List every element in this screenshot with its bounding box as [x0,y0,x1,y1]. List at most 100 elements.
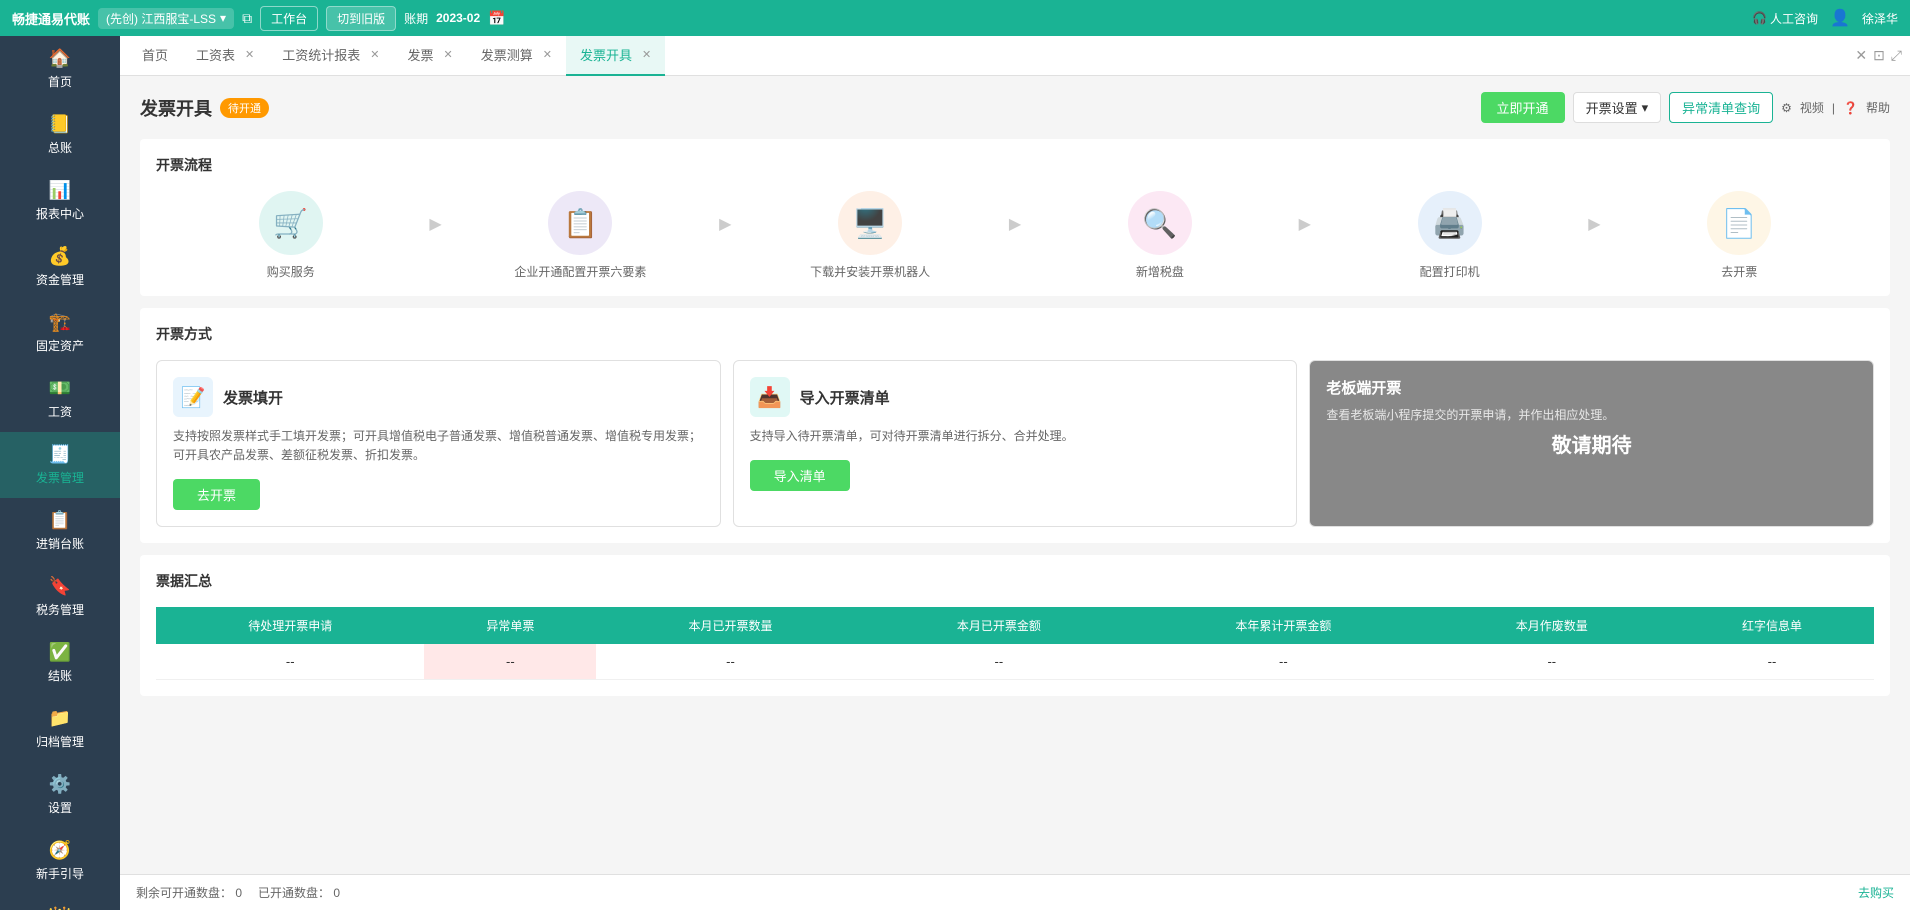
ledger-icon: 📒 [49,114,71,135]
invoice-icon: 🧾 [49,444,71,465]
sidebar-item-assets[interactable]: 🏗️ 固定资产 [0,300,120,366]
status-badge: 待开通 [220,98,269,118]
restore-window-icon[interactable]: ⊡ [1873,47,1885,64]
period-label: 账期 [404,10,428,27]
summary-section-title: 票据汇总 [156,571,1874,591]
sidebar-label-invoice: 发票管理 [36,469,84,486]
step-circle-taxdisk: 🔍 [1128,191,1192,255]
flow-step-issue: 📄 去开票 [1605,191,1874,280]
company-dropdown-icon: ▾ [220,11,226,25]
sidebar-item-settle[interactable]: ✅ 结账 [0,630,120,696]
sidebar-item-invoice[interactable]: 🧾 发票管理 [0,432,120,498]
method-title-import: 导入开票清单 [800,387,890,408]
step-label-taxdisk: 新增税盘 [1136,263,1184,280]
coming-soon-text: 敬请期待 [1552,429,1632,458]
tab-payroll_report[interactable]: 工资统计报表✕ [268,36,393,76]
buy-link[interactable]: 去购买 [1858,884,1894,901]
flow-arrow-3: ▶ [1299,214,1311,258]
expand-window-icon[interactable]: ⤢ [1891,47,1902,64]
tab-label-payslip: 工资表 [196,45,235,64]
method-card-import: 📥 导入开票清单 支持导入待开票清单，可对待开票清单进行拆分、合并处理。 导入清… [733,360,1298,527]
tab-close-payroll_report[interactable]: ✕ [370,48,379,61]
flow-step-download: 🖥️ 下载并安装开票机器人 [735,191,1004,280]
tab-close-invoice_issue[interactable]: ✕ [642,48,651,61]
sidebar: 🏠 首页📒 总账📊 报表中心💰 资金管理🏗️ 固定资产💵 工资🧾 发票管理📋 进… [0,36,120,910]
page-header: 发票开具 待开通 立即开通 开票设置 ▾ 异常清单查询 ⚙ 视频 | ❓ [140,92,1890,123]
headset-icon: 🎧 [1752,11,1767,25]
summary-col-5: 本月作废数量 [1434,607,1670,644]
close-window-icon[interactable]: ✕ [1855,47,1867,64]
open-settings-button[interactable]: 开票设置 ▾ [1573,92,1662,123]
content-area: 首页工资表✕工资统计报表✕发票✕发票测算✕发票开具✕ ✕ ⊡ ⤢ 发票开具 待开… [120,36,1910,910]
user-name: 徐泽华 [1862,10,1898,27]
sidebar-label-funds: 资金管理 [36,271,84,288]
tab-close-invoice_tab[interactable]: ✕ [444,48,453,61]
summary-col-0: 待处理开票申请 [156,607,424,644]
invoice-methods-section: 开票方式 📝 发票填开 支持按照发票样式手工填开发票；可开具增值税电子普通发票、… [140,308,1890,543]
summary-cell-2: -- [596,644,864,680]
method-title-manual: 发票填开 [223,387,283,408]
methods-section-title: 开票方式 [156,324,1874,344]
method-button-manual[interactable]: 去开票 [173,479,260,510]
tab-close-payslip[interactable]: ✕ [245,48,254,61]
page-header-actions: 立即开通 开票设置 ▾ 异常清单查询 ⚙ 视频 | ❓ 帮助 [1481,92,1890,123]
remaining-label: 剩余可开通数盘： 0 [136,884,242,901]
sidebar-label-purchase: 进销台账 [36,535,84,552]
sidebar-item-tax[interactable]: 🔖 税务管理 [0,564,120,630]
step-circle-config: 📋 [548,191,612,255]
company-selector[interactable]: (先创) 江西服宝-LSS ▾ [98,8,234,29]
tab-invoice_calc[interactable]: 发票测算✕ [467,36,566,76]
sidebar-label-payroll: 工资 [48,403,72,420]
sidebar-item-purchase[interactable]: 📋 进销台账 [0,498,120,564]
method-icon-manual: 📝 [173,377,213,417]
sidebar-item-funds[interactable]: 💰 资金管理 [0,234,120,300]
sidebar-label-ledger: 总账 [48,139,72,156]
tab-payslip[interactable]: 工资表 ✕ [182,36,268,76]
flow-arrow-0: ▶ [429,214,441,258]
copy-icon[interactable]: ⧉ [242,10,252,27]
user-avatar: 👤 [1830,8,1850,28]
sidebar-item-archive[interactable]: 📁 归档管理 [0,696,120,762]
sidebar-item-payroll[interactable]: 💵 工资 [0,366,120,432]
old-version-button[interactable]: 切到旧版 [326,6,396,31]
sidebar-item-settings[interactable]: ⚙️ 设置 [0,762,120,828]
open-now-button[interactable]: 立即开通 [1481,92,1565,123]
workspace-button[interactable]: 工作台 [260,6,318,31]
sidebar-label-assets: 固定资产 [36,337,84,354]
home-icon: 🏠 [49,48,71,69]
sidebar-item-home[interactable]: 🏠 首页 [0,36,120,102]
sidebar-item-member[interactable]: 👑 畅会员 [0,894,120,910]
step-circle-printer: 🖨️ [1418,191,1482,255]
sidebar-item-reports[interactable]: 📊 报表中心 [0,168,120,234]
flow-arrow-2: ▶ [1009,214,1021,258]
step-label-issue: 去开票 [1721,263,1757,280]
archive-icon: 📁 [49,708,71,729]
sidebar-label-guide: 新手引导 [36,865,84,882]
abnormal-query-button[interactable]: 异常清单查询 [1669,92,1773,123]
summary-cell-0: -- [156,644,424,680]
flow-step-config: 📋 企业开通配置开票六要素 [446,191,715,280]
step-circle-issue: 📄 [1707,191,1771,255]
header-right-tools: ⚙ 视频 | ❓ 帮助 [1781,99,1890,116]
company-name: (先创) 江西服宝-LSS [106,10,216,27]
footer-left: 剩余可开通数盘： 0 已开通数盘： 0 [136,884,340,901]
support-button[interactable]: 🎧 人工咨询 [1752,10,1818,27]
period-value: 2023-02 [436,11,480,25]
coming-soon-overlay: 敬请期待 [1310,361,1873,526]
tab-invoice_tab[interactable]: 发票✕ [393,36,466,76]
guide-icon: 🧭 [49,840,71,861]
help-icon: ❓ [1843,101,1858,115]
method-desc-import: 支持导入待开票清单，可对待开票清单进行拆分、合并处理。 [750,427,1281,446]
reports-icon: 📊 [49,180,71,201]
tab-close-invoice_calc[interactable]: ✕ [543,48,552,61]
tab-bar: 首页工资表✕工资统计报表✕发票✕发票测算✕发票开具✕ ✕ ⊡ ⤢ [120,36,1910,76]
tab-invoice_issue[interactable]: 发票开具✕ [566,36,665,76]
sidebar-item-ledger[interactable]: 📒 总账 [0,102,120,168]
tab-home[interactable]: 首页 [128,36,182,76]
view-icon: ⚙ [1781,101,1792,115]
calendar-icon[interactable]: 📅 [488,10,505,27]
step-circle-buy: 🛒 [259,191,323,255]
step-label-printer: 配置打印机 [1420,263,1480,280]
sidebar-item-guide[interactable]: 🧭 新手引导 [0,828,120,894]
method-button-import[interactable]: 导入清单 [750,460,850,491]
